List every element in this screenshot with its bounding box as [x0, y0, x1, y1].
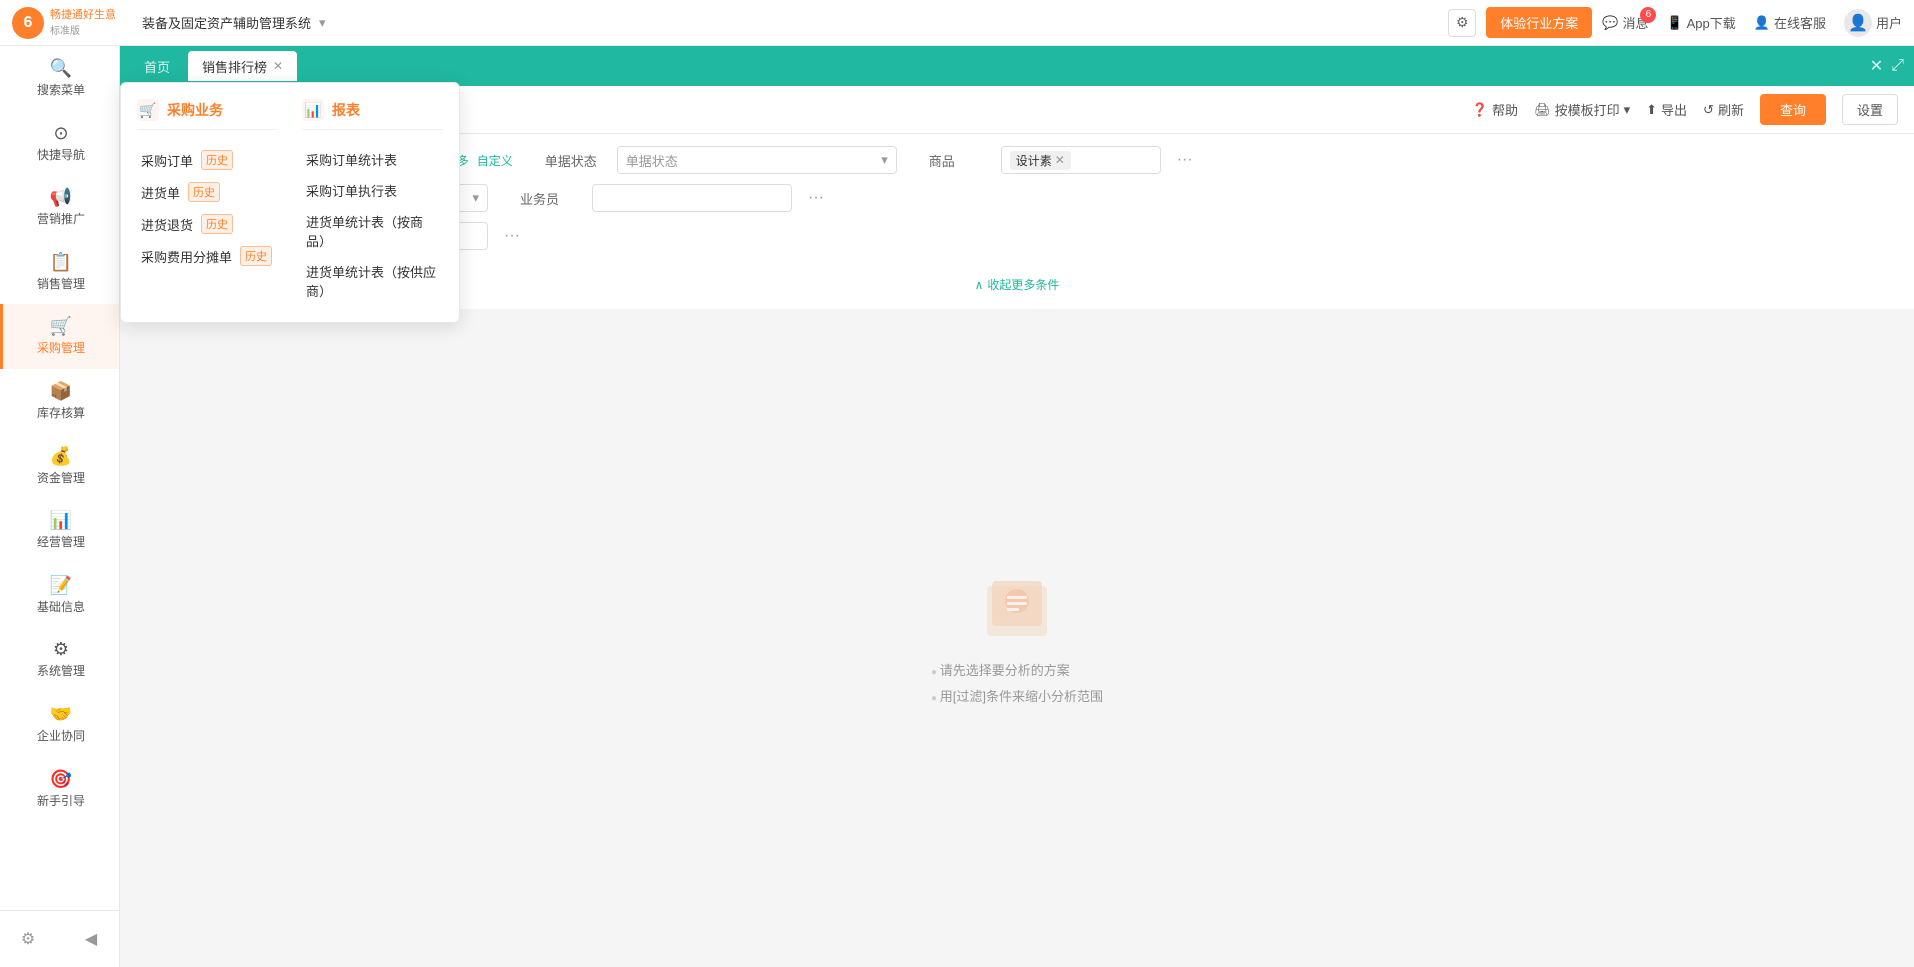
menu-item-purchase-order-stat[interactable]: 采购订单统计表	[302, 144, 443, 175]
menu-item-receipt-stat-goods-label: 进货单统计表（按商品）	[306, 212, 439, 250]
menu-item-purchase-receipt-label: 进货单	[141, 183, 180, 202]
menu-item-purchase-expense[interactable]: 采购费用分摊单 历史	[137, 240, 278, 272]
menu-item-purchase-order-exec-label: 采购订单执行表	[306, 181, 397, 200]
menu-item-purchase-order-stat-label: 采购订单统计表	[306, 150, 397, 169]
history-badge-4: 历史	[240, 246, 272, 266]
purchase-column-title: 🛒 采购业务	[137, 99, 278, 130]
menu-item-purchase-receipt[interactable]: 进货单 历史	[137, 176, 278, 208]
purchase-column: 🛒 采购业务 采购订单 历史 进货单 历史 进货退货 历史 采购费用分摊单 历史	[137, 99, 278, 306]
history-badge-3: 历史	[201, 214, 233, 234]
menu-item-receipt-stat-goods[interactable]: 进货单统计表（按商品）	[302, 206, 443, 256]
report-column-title: 📊 报表	[302, 99, 443, 130]
history-badge-1: 历史	[201, 150, 233, 170]
menu-item-purchase-expense-label: 采购费用分摊单	[141, 247, 232, 266]
menu-item-purchase-return[interactable]: 进货退货 历史	[137, 208, 278, 240]
menu-item-receipt-stat-supplier[interactable]: 进货单统计表（按供应商）	[302, 256, 443, 306]
purchase-column-title-text: 采购业务	[167, 100, 223, 120]
menu-item-purchase-order[interactable]: 采购订单 历史	[137, 144, 278, 176]
menu-item-receipt-stat-supplier-label: 进货单统计表（按供应商）	[306, 262, 439, 300]
report-column-title-text: 报表	[332, 100, 360, 120]
menu-item-purchase-order-label: 采购订单	[141, 151, 193, 170]
dropdown-menu: 🛒 采购业务 采购订单 历史 进货单 历史 进货退货 历史 采购费用分摊单 历史…	[120, 82, 460, 323]
menu-item-purchase-return-label: 进货退货	[141, 215, 193, 234]
history-badge-2: 历史	[188, 182, 220, 202]
purchase-col-icon: 🛒	[137, 99, 159, 121]
menu-item-purchase-order-exec[interactable]: 采购订单执行表	[302, 175, 443, 206]
report-column: 📊 报表 采购订单统计表 采购订单执行表 进货单统计表（按商品） 进货单统计表（…	[302, 99, 443, 306]
report-col-icon: 📊	[302, 99, 324, 121]
